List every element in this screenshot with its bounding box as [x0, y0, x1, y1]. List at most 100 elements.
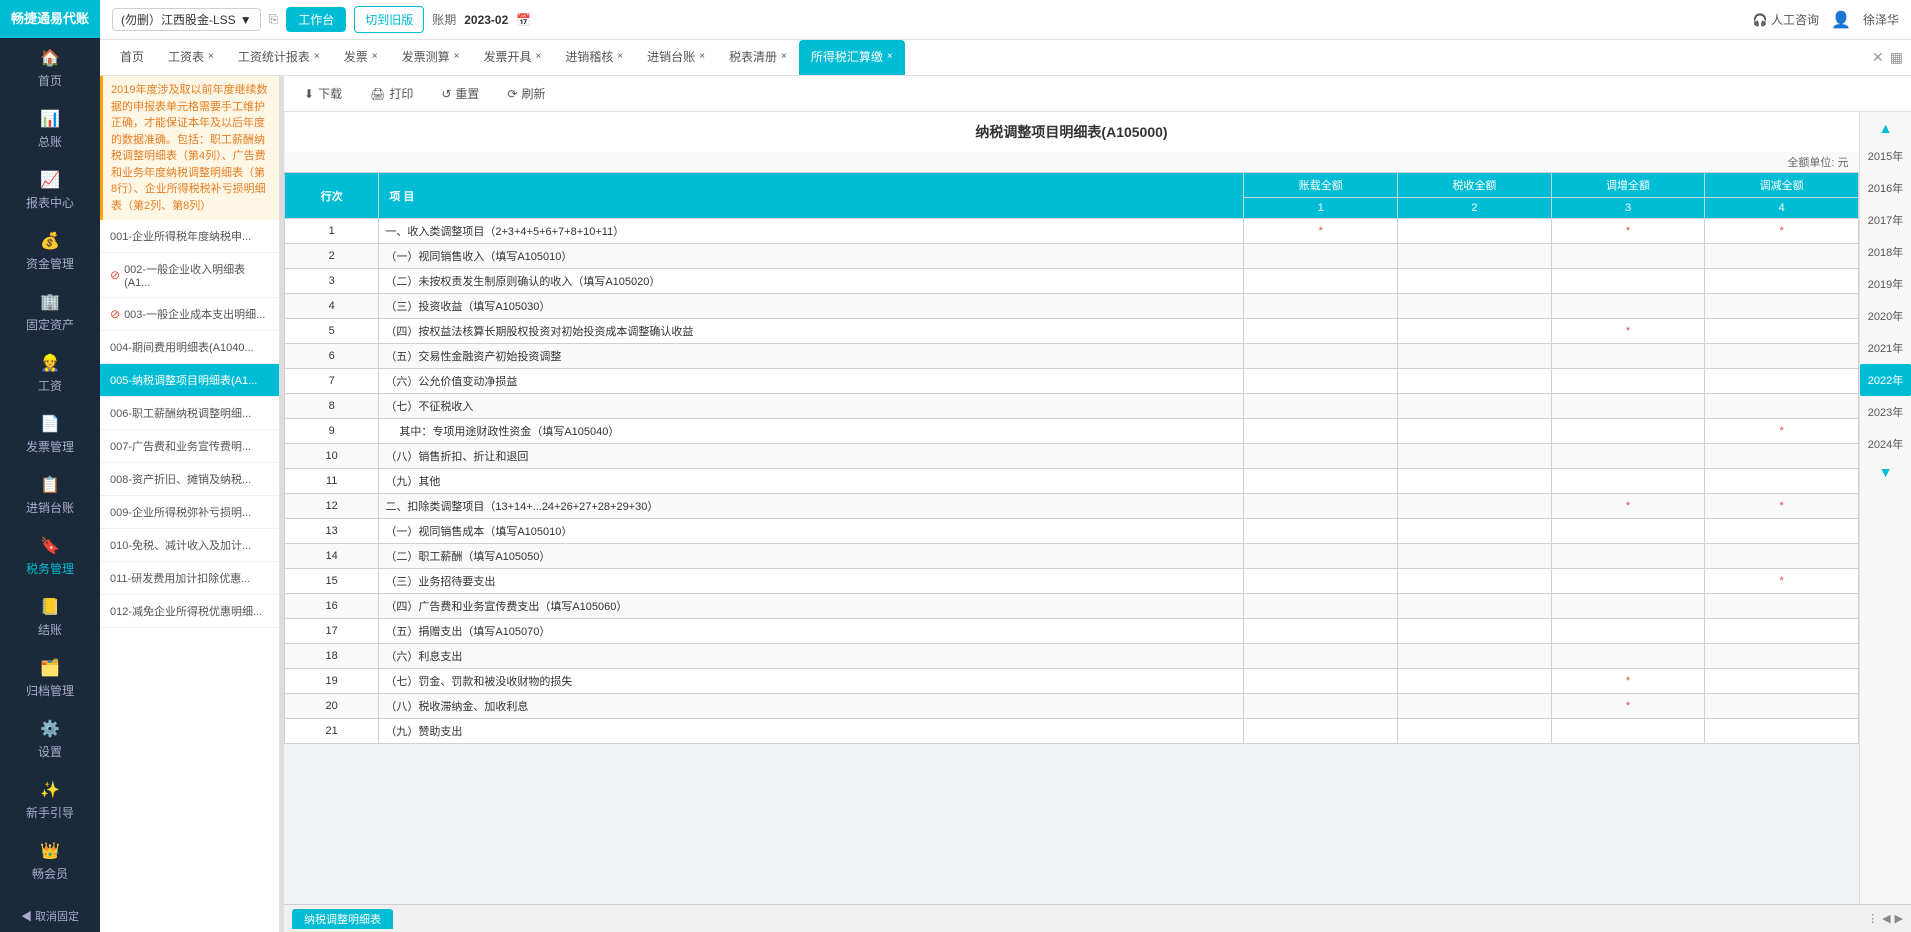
left-menu-item-004[interactable]: 004-期间费用明细表(A1040... — [100, 331, 279, 364]
sidebar-item-tax[interactable]: 🔖 税务管理 — [0, 526, 100, 587]
cell-c4-16[interactable] — [1705, 469, 1859, 494]
cell-c2-13[interactable] — [1398, 394, 1552, 419]
cell-c1-19[interactable] — [1244, 544, 1398, 569]
sidebar-item-close[interactable]: 📒 结账 — [0, 587, 100, 648]
cell-c2-22[interactable] — [1398, 619, 1552, 644]
cell-c3-25[interactable]: * — [1551, 694, 1705, 719]
year-2020[interactable]: 2020年 — [1860, 300, 1911, 332]
cell-c3-20[interactable] — [1551, 569, 1705, 594]
cell-c4-12[interactable] — [1705, 369, 1859, 394]
cell-c3-12[interactable] — [1551, 369, 1705, 394]
cell-c4-6[interactable]: * — [1705, 219, 1859, 244]
cell-c3-13[interactable] — [1551, 394, 1705, 419]
year-2023[interactable]: 2023年 — [1860, 396, 1911, 428]
tab-salary[interactable]: 工资表 × — [156, 40, 226, 76]
download-button[interactable]: ⬇ 下载 — [296, 82, 350, 105]
cell-c1-16[interactable] — [1244, 469, 1398, 494]
cell-c3-8[interactable] — [1551, 269, 1705, 294]
cell-c2-17[interactable] — [1398, 494, 1552, 519]
cell-c4-22[interactable] — [1705, 619, 1859, 644]
cell-c1-20[interactable] — [1244, 569, 1398, 594]
cell-c1-23[interactable] — [1244, 644, 1398, 669]
cell-c2-12[interactable] — [1398, 369, 1552, 394]
tab-tax-list[interactable]: 税表清册 × — [717, 40, 799, 76]
tab-home[interactable]: 首页 — [108, 40, 156, 76]
cell-c1-14[interactable] — [1244, 419, 1398, 444]
year-2015[interactable]: 2015年 — [1860, 140, 1911, 172]
cell-c4-24[interactable] — [1705, 669, 1859, 694]
tab-purchase-check-close[interactable]: × — [617, 51, 623, 62]
year-2024[interactable]: 2024年 — [1860, 428, 1911, 460]
cell-c1-22[interactable] — [1244, 619, 1398, 644]
sidebar-item-settings[interactable]: ⚙️ 设置 — [0, 709, 100, 770]
sidebar-item-purchase[interactable]: 📋 进销台账 — [0, 465, 100, 526]
cell-c1-26[interactable] — [1244, 719, 1398, 744]
cell-c1-7[interactable] — [1244, 244, 1398, 269]
year-2022[interactable]: 2022年 — [1860, 364, 1911, 396]
cell-c2-9[interactable] — [1398, 294, 1552, 319]
tab-salary-stats[interactable]: 工资统计报表 × — [226, 40, 332, 76]
cell-c3-21[interactable] — [1551, 594, 1705, 619]
left-menu-item-008[interactable]: 008-资产折旧、摊销及纳税... — [100, 463, 279, 496]
cell-c2-6[interactable] — [1398, 219, 1552, 244]
tab-invoice-close[interactable]: × — [372, 51, 378, 62]
cell-c4-15[interactable] — [1705, 444, 1859, 469]
cell-c3-16[interactable] — [1551, 469, 1705, 494]
cell-c4-9[interactable] — [1705, 294, 1859, 319]
workbench-button[interactable]: 工作台 — [286, 7, 346, 32]
cell-c1-6[interactable]: * — [1244, 219, 1398, 244]
cell-c1-18[interactable] — [1244, 519, 1398, 544]
cell-c4-7[interactable] — [1705, 244, 1859, 269]
left-menu-item-010[interactable]: 010-免税、减计收入及加计... — [100, 529, 279, 562]
tab-invoice[interactable]: 发票 × — [332, 40, 390, 76]
sidebar-item-assets[interactable]: 🏢 固定资产 — [0, 282, 100, 343]
tab-income-tax[interactable]: 所得税汇算缴 × — [799, 40, 905, 76]
reset-button[interactable]: ↺ 重置 — [433, 82, 487, 105]
left-menu-item-006[interactable]: 006-职工薪酬纳税调整明细... — [100, 397, 279, 430]
cell-c1-13[interactable] — [1244, 394, 1398, 419]
tab-salary-close[interactable]: × — [208, 51, 214, 62]
cell-c2-11[interactable] — [1398, 344, 1552, 369]
cell-c2-10[interactable] — [1398, 319, 1552, 344]
left-menu-item-001[interactable]: 001-企业所得税年度纳税申... — [100, 220, 279, 253]
cell-c2-14[interactable] — [1398, 419, 1552, 444]
year-2016[interactable]: 2016年 — [1860, 172, 1911, 204]
refresh-button[interactable]: ⟳ 刷新 — [499, 82, 553, 105]
cell-c4-19[interactable] — [1705, 544, 1859, 569]
tab-invoice-calc-close[interactable]: × — [454, 51, 460, 62]
sidebar-item-ledger[interactable]: 📊 总账 — [0, 99, 100, 160]
year-down-arrow[interactable]: ▼ — [1879, 460, 1893, 484]
cell-c4-10[interactable] — [1705, 319, 1859, 344]
cell-c3-6[interactable]: * — [1551, 219, 1705, 244]
nav-more-icon[interactable]: ▦ — [1890, 49, 1903, 66]
cell-c3-15[interactable] — [1551, 444, 1705, 469]
cell-c1-8[interactable] — [1244, 269, 1398, 294]
left-menu-item-007[interactable]: 007-广告费和业务宣传费明... — [100, 430, 279, 463]
back-button[interactable]: 切到旧版 — [354, 6, 424, 33]
cell-c3-23[interactable] — [1551, 644, 1705, 669]
cell-c1-21[interactable] — [1244, 594, 1398, 619]
left-menu-item-005[interactable]: 005-纳税调整项目明细表(A1... — [100, 364, 279, 397]
cell-c4-25[interactable] — [1705, 694, 1859, 719]
left-menu-item-011[interactable]: 011-研发费用加计扣除优惠... — [100, 562, 279, 595]
cell-c4-14[interactable]: * — [1705, 419, 1859, 444]
cell-c1-17[interactable] — [1244, 494, 1398, 519]
close-all-icon[interactable]: ✕ — [1872, 49, 1884, 66]
cell-c4-26[interactable] — [1705, 719, 1859, 744]
cell-c2-25[interactable] — [1398, 694, 1552, 719]
cell-c4-8[interactable] — [1705, 269, 1859, 294]
cell-c2-24[interactable] — [1398, 669, 1552, 694]
cell-c4-13[interactable] — [1705, 394, 1859, 419]
scroll-right-icon[interactable]: ▶ — [1895, 912, 1903, 925]
sidebar-item-invoice[interactable]: 📄 发票管理 — [0, 404, 100, 465]
cell-c2-26[interactable] — [1398, 719, 1552, 744]
copy-icon[interactable]: ⎘ — [269, 12, 279, 27]
tab-income-tax-close[interactable]: × — [887, 51, 893, 62]
sidebar-item-archive[interactable]: 🗂️ 归档管理 — [0, 648, 100, 709]
cell-c1-9[interactable] — [1244, 294, 1398, 319]
cell-c2-23[interactable] — [1398, 644, 1552, 669]
sidebar-item-finance[interactable]: 💰 资金管理 — [0, 221, 100, 282]
cell-c2-8[interactable] — [1398, 269, 1552, 294]
cell-c1-25[interactable] — [1244, 694, 1398, 719]
cell-c2-19[interactable] — [1398, 544, 1552, 569]
